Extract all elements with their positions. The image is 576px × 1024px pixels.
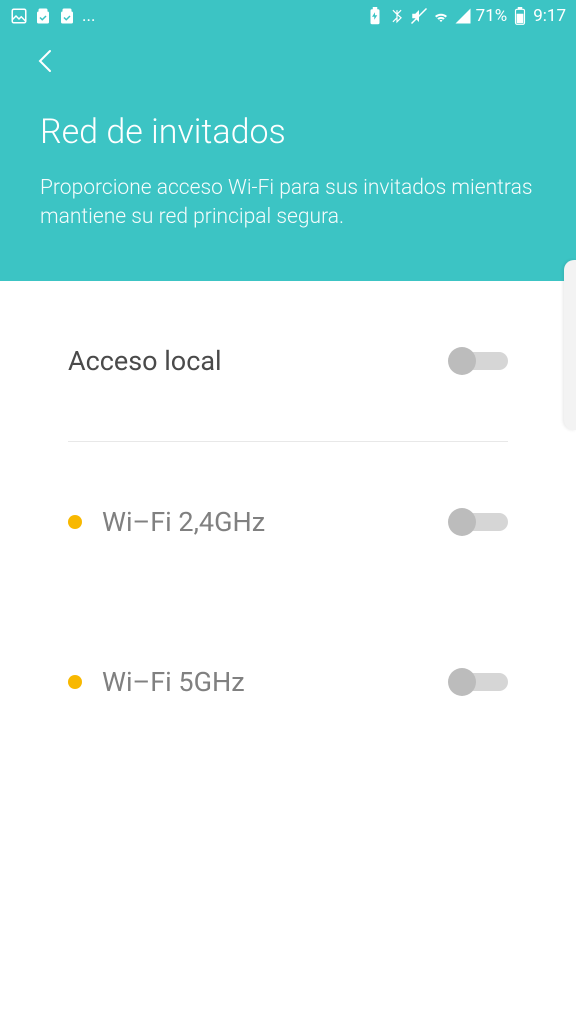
settings-list: Acceso local Wi–Fi 2,4GHz Wi–Fi 5GHz [0, 281, 576, 762]
page-subtitle: Proporcione acceso Wi-Fi para sus invita… [40, 174, 536, 233]
page-title: Red de invitados [40, 112, 536, 152]
toggle-wifi-24ghz[interactable] [450, 513, 508, 531]
battery-icon [511, 7, 529, 25]
bluetooth-icon [388, 7, 406, 25]
battery-percent: 71% [476, 6, 508, 26]
battery-saver-icon [366, 7, 384, 25]
row-label: Wi–Fi 2,4GHz [102, 506, 265, 538]
back-button[interactable] [36, 46, 66, 76]
row-label: Acceso local [68, 345, 222, 377]
row-wifi-24ghz: Wi–Fi 2,4GHz [68, 442, 508, 602]
status-time: 9:17 [533, 6, 566, 26]
header: Red de invitados Proporcione acceso Wi-F… [0, 32, 576, 281]
toggle-wifi-5ghz[interactable] [450, 673, 508, 691]
toggle-knob [448, 668, 476, 696]
toggle-knob [448, 508, 476, 536]
chevron-left-icon [36, 47, 56, 75]
clipboard-check-icon [34, 7, 52, 25]
clipboard-check-icon [58, 7, 76, 25]
row-wifi-5ghz: Wi–Fi 5GHz [68, 602, 508, 762]
edge-panel-handle[interactable] [564, 260, 576, 430]
mute-icon [410, 7, 428, 25]
row-label: Wi–Fi 5GHz [102, 666, 245, 698]
status-bar: ... 71% 9:17 [0, 0, 576, 32]
wifi-icon [432, 7, 450, 25]
status-left: ... [10, 6, 95, 26]
status-ellipsis: ... [82, 6, 95, 26]
status-right: 71% 9:17 [366, 6, 566, 26]
image-icon [10, 7, 28, 25]
toggle-knob [448, 347, 476, 375]
toggle-acceso-local[interactable] [450, 352, 508, 370]
row-acceso-local: Acceso local [68, 281, 508, 441]
signal-icon [454, 7, 472, 25]
status-dot-icon [68, 675, 82, 689]
status-dot-icon [68, 515, 82, 529]
